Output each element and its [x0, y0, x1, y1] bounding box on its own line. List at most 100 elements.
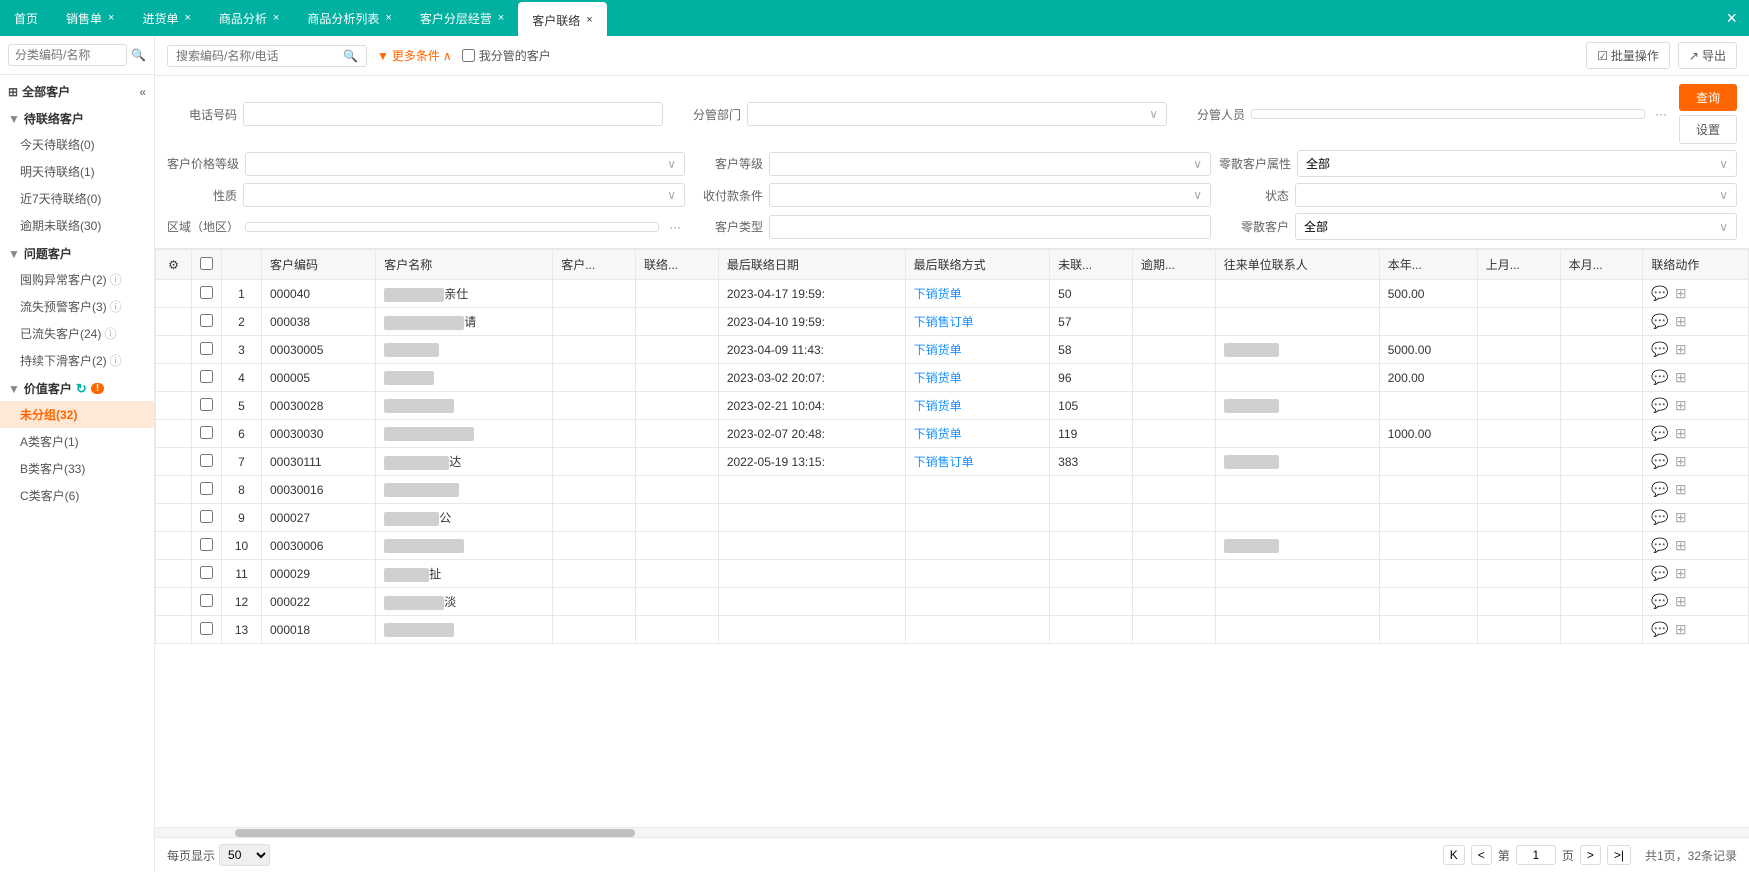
contact-method-link[interactable]: 下销货单 [914, 399, 962, 413]
phone-input[interactable] [243, 102, 663, 126]
nature-select[interactable]: ∨ [243, 183, 685, 207]
customer-level-select[interactable]: ∨ [769, 152, 1211, 176]
contact-method-link[interactable]: 下销售订单 [914, 315, 974, 329]
row-last-method[interactable]: 下销货单 [905, 364, 1049, 392]
query-button[interactable]: 查询 [1679, 84, 1737, 111]
tab-purchase-close[interactable]: × [184, 12, 190, 24]
chat-icon[interactable]: 💬 [1651, 397, 1668, 414]
row-check[interactable] [192, 532, 222, 560]
row-last-method[interactable] [905, 476, 1049, 504]
row-last-method[interactable]: 下销售订单 [905, 308, 1049, 336]
tab-purchase[interactable]: 进货单 × [128, 0, 204, 36]
manager-select[interactable] [1251, 109, 1645, 119]
col-setting[interactable]: ⚙ [156, 250, 192, 280]
retail-customer-select[interactable]: 全部 ∨ [1295, 213, 1737, 240]
col-check[interactable] [192, 250, 222, 280]
dept-select[interactable]: ∨ [747, 102, 1167, 126]
grid-action-icon[interactable]: ⊞ [1675, 593, 1687, 610]
grid-action-icon[interactable]: ⊞ [1675, 453, 1687, 470]
row-check[interactable] [192, 476, 222, 504]
row-last-method[interactable]: 下销货单 [905, 280, 1049, 308]
col-overdue[interactable]: 逾期... [1132, 250, 1215, 280]
sidebar-item-lost-warning[interactable]: 流失预警客户(3) ⓘ [0, 293, 154, 320]
row-last-method[interactable]: 下销货单 [905, 420, 1049, 448]
page-number-input[interactable] [1516, 845, 1556, 865]
price-level-select[interactable]: ∨ [245, 152, 685, 176]
payment-select[interactable]: ∨ [769, 183, 1211, 207]
col-type[interactable]: 客户... [553, 250, 636, 280]
sidebar-value-customers-header[interactable]: ▼ 价值客户 ↻ ! [0, 374, 154, 401]
chat-icon[interactable]: 💬 [1651, 341, 1668, 358]
tab-customer-segment[interactable]: 客户分层经营 × [406, 0, 518, 36]
contact-method-link[interactable]: 下销货单 [914, 343, 962, 357]
filter-more-button[interactable]: ▼ 更多条件 ∧ [377, 47, 452, 64]
batch-operation-button[interactable]: ☑ 批量操作 [1586, 42, 1670, 69]
grid-action-icon[interactable]: ⊞ [1675, 509, 1687, 526]
col-trade-contact[interactable]: 往来单位联系人 [1215, 250, 1379, 280]
sidebar-item-abnormal[interactable]: 囤购异常客户(2) ⓘ [0, 266, 154, 293]
row-check[interactable] [192, 364, 222, 392]
tab-sales-close[interactable]: × [108, 12, 114, 24]
row-last-method[interactable]: 下销货单 [905, 392, 1049, 420]
chat-icon[interactable]: 💬 [1651, 593, 1668, 610]
tab-analysis-list[interactable]: 商品分析列表 × [293, 0, 405, 36]
export-button[interactable]: ↗ 导出 [1678, 42, 1737, 69]
grid-action-icon[interactable]: ⊞ [1675, 397, 1687, 414]
sidebar-search-icon[interactable]: 🔍 [131, 48, 146, 62]
sidebar-problem-customers-header[interactable]: ▼ 问题客户 [0, 239, 154, 266]
tab-analysis[interactable]: 商品分析 × [205, 0, 293, 36]
customer-type-input[interactable] [769, 215, 1211, 239]
chat-icon[interactable]: 💬 [1651, 453, 1668, 470]
sidebar-item-ungroup[interactable]: 未分组(32) [0, 401, 154, 428]
sidebar-item-7days[interactable]: 近7天待联络(0) [0, 185, 154, 212]
grid-action-icon[interactable]: ⊞ [1675, 621, 1687, 638]
sidebar-item-today[interactable]: 今天待联络(0) [0, 131, 154, 158]
manager-dots[interactable]: ··· [1651, 107, 1671, 121]
row-check[interactable] [192, 336, 222, 364]
col-no-contact[interactable]: 未联... [1050, 250, 1133, 280]
row-check[interactable] [192, 560, 222, 588]
tab-analysis-close[interactable]: × [273, 12, 279, 24]
row-last-method[interactable] [905, 588, 1049, 616]
close-all-tabs-button[interactable]: × [1714, 8, 1749, 29]
sidebar-item-class-a[interactable]: A类客户(1) [0, 428, 154, 455]
grid-action-icon[interactable]: ⊞ [1675, 481, 1687, 498]
row-last-method[interactable] [905, 532, 1049, 560]
contact-method-link[interactable]: 下销售订单 [914, 455, 974, 469]
status-select[interactable]: ∨ [1295, 183, 1737, 207]
chat-icon[interactable]: 💬 [1651, 537, 1668, 554]
sidebar-all-customers[interactable]: ⊞ 全部客户 « [0, 75, 154, 104]
filter-search-box[interactable]: 🔍 [167, 45, 367, 67]
sidebar-item-overdue[interactable]: 逾期未联络(30) [0, 212, 154, 239]
row-check[interactable] [192, 280, 222, 308]
retail-attr-select[interactable]: 全部 ∨ [1297, 150, 1737, 177]
page-size-select[interactable]: 50 100 200 [219, 844, 270, 866]
grid-action-icon[interactable]: ⊞ [1675, 537, 1687, 554]
sidebar-item-declining[interactable]: 持续下滑客户(2) ⓘ [0, 347, 154, 374]
sidebar-item-tomorrow[interactable]: 明天待联络(1) [0, 158, 154, 185]
contact-method-link[interactable]: 下销货单 [914, 427, 962, 441]
collapse-icon[interactable]: « [139, 85, 146, 99]
grid-action-icon[interactable]: ⊞ [1675, 565, 1687, 582]
sidebar-item-class-b[interactable]: B类客户(33) [0, 455, 154, 482]
row-check[interactable] [192, 504, 222, 532]
col-name[interactable]: 客户名称 [376, 250, 553, 280]
tab-customer-contact-close[interactable]: × [586, 14, 592, 26]
tab-customer-segment-close[interactable]: × [498, 12, 504, 24]
grid-action-icon[interactable]: ⊞ [1675, 341, 1687, 358]
last-page-button[interactable]: >| [1607, 845, 1631, 865]
chat-icon[interactable]: 💬 [1651, 509, 1668, 526]
contact-method-link[interactable]: 下销货单 [914, 287, 962, 301]
select-all-checkbox[interactable] [200, 257, 213, 270]
tab-sales[interactable]: 销售单 × [52, 0, 128, 36]
row-check[interactable] [192, 588, 222, 616]
h-scroll-thumb[interactable] [235, 829, 635, 837]
tab-analysis-list-close[interactable]: × [385, 12, 391, 24]
region-select[interactable] [245, 222, 659, 232]
row-check[interactable] [192, 392, 222, 420]
sidebar-item-lost[interactable]: 已流失客户(24) ⓘ [0, 320, 154, 347]
chat-icon[interactable]: 💬 [1651, 425, 1668, 442]
contact-method-link[interactable]: 下销货单 [914, 371, 962, 385]
sidebar-item-class-c[interactable]: C类客户(6) [0, 482, 154, 509]
row-last-method[interactable] [905, 504, 1049, 532]
